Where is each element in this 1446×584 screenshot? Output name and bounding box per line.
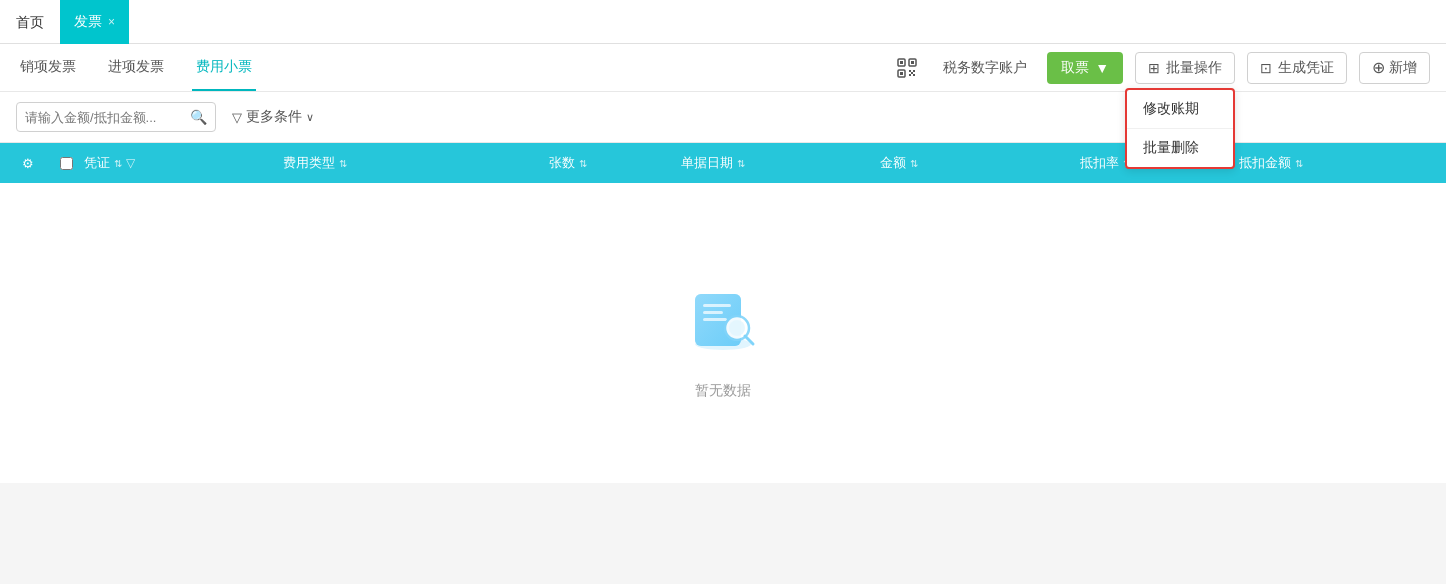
more-conditions-dropdown-icon: ∨ (306, 111, 314, 124)
batch-dropdown-menu: 修改账期 批量删除 (1125, 88, 1235, 169)
add-label: 新增 (1389, 59, 1417, 77)
nav-tab-label: 发票 (74, 13, 102, 31)
amount-sort-icon[interactable]: ⇅ (910, 158, 918, 169)
voucher-sort-icon[interactable]: ⇅ (114, 158, 122, 169)
dropdown-item-modify-period[interactable]: 修改账期 (1127, 90, 1233, 129)
th-expense-type[interactable]: 费用类型 ⇅ (283, 154, 548, 172)
batch-op-container: ⊞ 批量操作 修改账期 批量删除 (1135, 52, 1235, 84)
nav-tab-invoice[interactable]: 发票 × (60, 0, 129, 44)
svg-rect-16 (703, 318, 727, 321)
select-all-checkbox[interactable] (60, 157, 73, 170)
get-ticket-dropdown-icon: ▼ (1095, 60, 1109, 76)
nav-tab-close[interactable]: × (108, 15, 115, 29)
batch-op-icon: ⊞ (1148, 60, 1160, 76)
th-amount[interactable]: 金额 ⇅ (880, 154, 1079, 172)
count-sort-icon[interactable]: ⇅ (579, 158, 587, 169)
svg-rect-8 (909, 74, 911, 76)
empty-state: 暂无数据 (0, 183, 1446, 483)
svg-point-18 (729, 320, 745, 336)
generate-voucher-button[interactable]: ⊡ 生成凭证 (1247, 52, 1347, 84)
svg-rect-14 (703, 304, 731, 307)
date-sort-icon[interactable]: ⇅ (737, 158, 745, 169)
empty-illustration (673, 266, 773, 366)
more-conditions-label: 更多条件 (246, 108, 302, 126)
voucher-filter-icon[interactable]: ▽ (126, 156, 135, 170)
search-box[interactable]: 🔍 (16, 102, 216, 132)
add-icon: ⊕ (1372, 58, 1385, 77)
filter-funnel-icon: ▽ (232, 110, 242, 125)
svg-rect-1 (900, 61, 903, 64)
empty-text: 暂无数据 (695, 382, 751, 400)
add-button[interactable]: ⊕ 新增 (1359, 52, 1430, 84)
get-ticket-button[interactable]: 取票 ▼ (1047, 52, 1123, 84)
tax-account-button[interactable]: 税务数字账户 (935, 59, 1035, 77)
search-icon: 🔍 (190, 109, 207, 125)
batch-op-button[interactable]: ⊞ 批量操作 (1135, 52, 1235, 84)
dropdown-item-batch-delete[interactable]: 批量删除 (1127, 129, 1233, 167)
more-conditions-button[interactable]: ▽ 更多条件 ∨ (232, 108, 314, 126)
svg-rect-5 (900, 72, 903, 75)
generate-voucher-label: 生成凭证 (1278, 59, 1334, 77)
svg-rect-15 (703, 311, 723, 314)
sub-nav-right: 税务数字账户 取票 ▼ ⊞ 批量操作 修改账期 批量删除 ⊡ 生成凭证 (891, 52, 1430, 84)
top-nav: 首页 发票 × (0, 0, 1446, 44)
gear-icon[interactable]: ⚙ (22, 156, 34, 171)
qr-button[interactable] (891, 52, 923, 84)
search-input[interactable] (25, 110, 184, 125)
th-voucher[interactable]: 凭证 ⇅ ▽ (84, 154, 283, 172)
svg-rect-9 (913, 74, 915, 76)
tab-sales-invoice[interactable]: 销项发票 (16, 44, 80, 91)
generate-icon: ⊡ (1260, 60, 1272, 76)
batch-op-label: 批量操作 (1166, 59, 1222, 77)
svg-rect-7 (913, 70, 915, 72)
expense-sort-icon[interactable]: ⇅ (339, 158, 347, 169)
sub-nav: 销项发票 进项发票 费用小票 税务数字账户 (0, 44, 1446, 92)
th-date[interactable]: 单据日期 ⇅ (681, 154, 880, 172)
tab-expense-ticket[interactable]: 费用小票 (192, 44, 256, 91)
sub-nav-left: 销项发票 进项发票 费用小票 (16, 44, 256, 91)
nav-home[interactable]: 首页 (0, 0, 60, 44)
deduct-sort-icon[interactable]: ⇅ (1295, 158, 1303, 169)
th-settings[interactable]: ⚙ (8, 156, 48, 171)
svg-rect-6 (909, 70, 911, 72)
tab-purchase-invoice[interactable]: 进项发票 (104, 44, 168, 91)
th-count[interactable]: 张数 ⇅ (549, 154, 682, 172)
th-deduct-amount[interactable]: 抵扣金额 ⇅ (1239, 154, 1438, 172)
svg-rect-10 (911, 72, 913, 74)
th-checkbox[interactable] (48, 157, 84, 170)
svg-rect-3 (911, 61, 914, 64)
get-ticket-label: 取票 (1061, 59, 1089, 77)
